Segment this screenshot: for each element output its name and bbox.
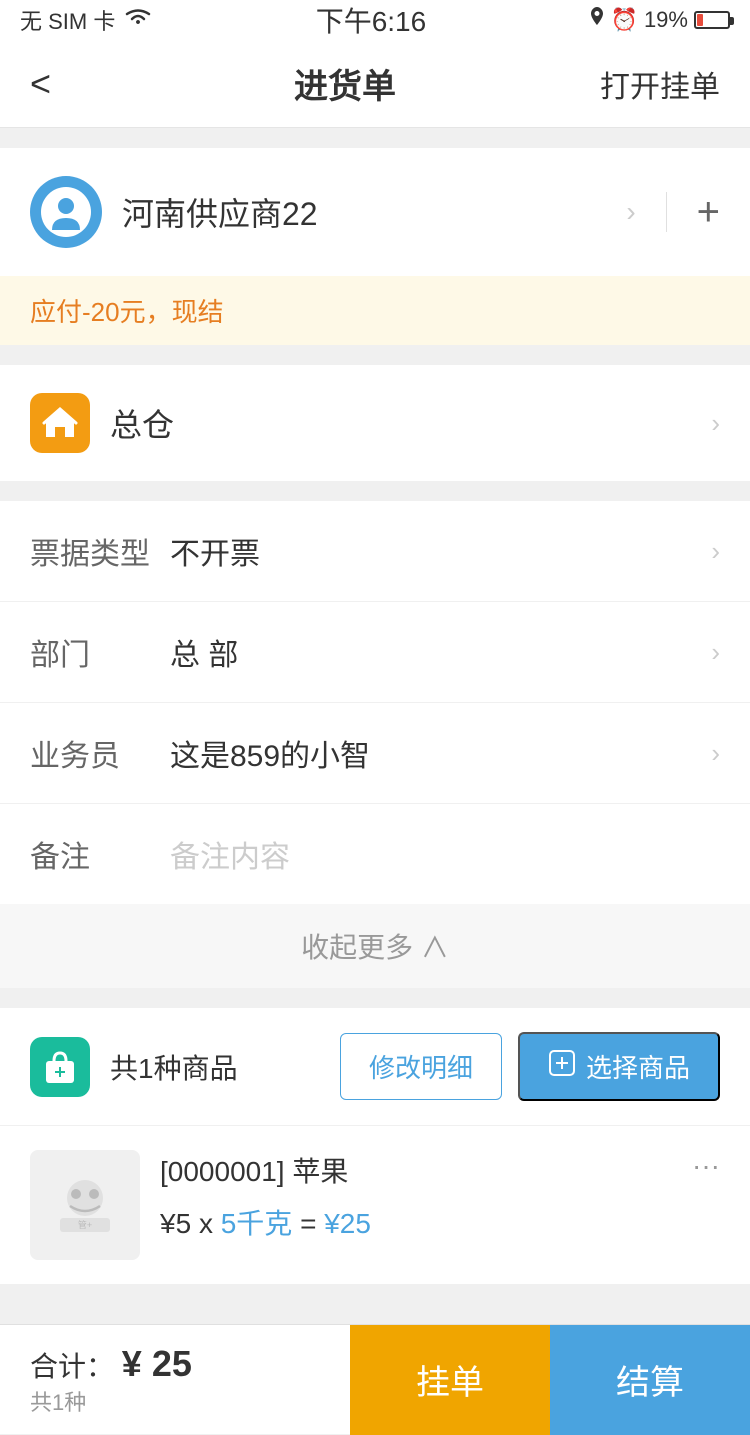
back-button[interactable]: <: [30, 63, 90, 105]
bag-icon: [42, 1049, 78, 1085]
field-label-invoice: 票据类型: [30, 529, 170, 573]
field-chevron-dept: ›: [711, 637, 720, 668]
svg-text:管+: 管+: [78, 1219, 92, 1230]
select-product-label: 选择商品: [586, 1048, 690, 1085]
status-bar: 无 SIM 卡 下午6:16 ⏰ 19%: [0, 0, 750, 40]
person-icon: [48, 194, 84, 230]
section-divider-2: [0, 345, 750, 365]
products-count: 共1种商品: [110, 1047, 340, 1087]
nav-bar: < 进货单 打开挂单: [0, 40, 750, 128]
warehouse-icon: [30, 393, 90, 453]
product-qty: 5千克: [221, 1208, 293, 1239]
product-thumbnail: 管+: [30, 1150, 140, 1260]
select-product-button[interactable]: 选择商品: [518, 1032, 720, 1101]
supplier-name: 河南供应商22: [122, 189, 626, 235]
field-label-remark: 备注: [30, 832, 170, 876]
warehouse-name: 总仓: [110, 400, 711, 446]
field-chevron-sales: ›: [711, 738, 720, 769]
field-value-dept: 总 部: [170, 630, 701, 674]
field-salesperson[interactable]: 业务员 这是859的小智 ›: [0, 703, 750, 804]
supplier-add-button[interactable]: +: [697, 190, 720, 235]
warehouse-row[interactable]: 总仓 ›: [0, 365, 750, 481]
product-unit-price: ¥5: [160, 1208, 191, 1239]
sim-label: 无 SIM 卡: [20, 4, 115, 36]
field-chevron-invoice: ›: [711, 536, 720, 567]
status-right: ⏰ 19%: [589, 7, 730, 33]
section-divider-1: [0, 128, 750, 148]
supplier-avatar: [30, 176, 102, 248]
field-label-sales: 业务员: [30, 731, 170, 775]
footer-total-row: 合计： ¥ 25: [30, 1343, 320, 1385]
supplier-row[interactable]: 河南供应商22 › +: [0, 148, 750, 276]
supplier-section: 河南供应商22 › + 应付-20元，现结: [0, 148, 750, 345]
product-price-row: ¥5 x 5千克 = ¥25: [160, 1202, 660, 1242]
open-pending-button[interactable]: 打开挂单: [600, 62, 720, 106]
fields-section: 票据类型 不开票 › 部门 总 部 › 业务员 这是859的小智 › 备注 备注…: [0, 501, 750, 904]
footer-total-count: 共1种: [30, 1385, 320, 1417]
product-info: [0000001] 苹果 ¥5 x 5千克 = ¥25: [160, 1150, 660, 1242]
collapse-button[interactable]: 收起更多 ∧: [0, 904, 750, 988]
wifi-icon: [123, 6, 153, 34]
pend-button[interactable]: 挂单: [350, 1325, 550, 1435]
supplier-divider: [666, 192, 667, 232]
status-left: 无 SIM 卡: [20, 4, 153, 36]
battery-percent: 19%: [644, 7, 688, 33]
field-remark[interactable]: 备注 备注内容: [0, 804, 750, 904]
product-equals: =: [300, 1208, 324, 1239]
battery-icon: [694, 11, 730, 29]
section-divider-4: [0, 988, 750, 1008]
alarm-icon: ⏰: [611, 7, 638, 33]
supplier-notice: 应付-20元，现结: [0, 276, 750, 345]
select-product-icon: [548, 1049, 576, 1084]
field-invoice-type[interactable]: 票据类型 不开票 ›: [0, 501, 750, 602]
footer: 合计： ¥ 25 共1种 挂单 结算: [0, 1324, 750, 1434]
product-code: [0000001]: [160, 1156, 285, 1187]
product-thumb-logo: 管+: [50, 1170, 120, 1240]
footer-total: 合计： ¥ 25 共1种: [0, 1343, 350, 1417]
house-icon: [42, 405, 78, 441]
section-divider-5: [0, 1284, 750, 1324]
footer-total-amount: ¥ 25: [122, 1343, 192, 1384]
supplier-avatar-inner: [41, 187, 91, 237]
footer-total-label: 合计：: [30, 1351, 114, 1382]
product-name: [0000001] 苹果: [160, 1150, 660, 1190]
warehouse-section: 总仓 ›: [0, 365, 750, 481]
modify-detail-button[interactable]: 修改明细: [340, 1033, 502, 1100]
products-icon: [30, 1037, 90, 1097]
products-section: 共1种商品 修改明细 选择商品 管+ [0000001] 苹果: [0, 1008, 750, 1284]
section-divider-3: [0, 481, 750, 501]
product-multiply: x: [199, 1208, 221, 1239]
warehouse-chevron-icon: ›: [711, 408, 720, 439]
status-time: 下午6:16: [316, 0, 427, 40]
field-value-invoice: 不开票: [170, 529, 701, 573]
field-value-sales: 这是859的小智: [170, 731, 701, 775]
field-value-remark: 备注内容: [170, 832, 720, 876]
location-icon: [589, 7, 605, 33]
supplier-chevron-icon: ›: [626, 196, 635, 228]
field-label-dept: 部门: [30, 630, 170, 674]
product-total: ¥25: [324, 1208, 371, 1239]
products-header: 共1种商品 修改明细 选择商品: [0, 1008, 750, 1125]
page-title: 进货单: [294, 59, 396, 108]
product-more-button[interactable]: ···: [660, 1150, 720, 1182]
field-department[interactable]: 部门 总 部 ›: [0, 602, 750, 703]
product-title: 苹果: [292, 1156, 348, 1187]
product-item: 管+ [0000001] 苹果 ¥5 x 5千克 = ¥25 ···: [0, 1125, 750, 1284]
settle-button[interactable]: 结算: [550, 1325, 750, 1435]
